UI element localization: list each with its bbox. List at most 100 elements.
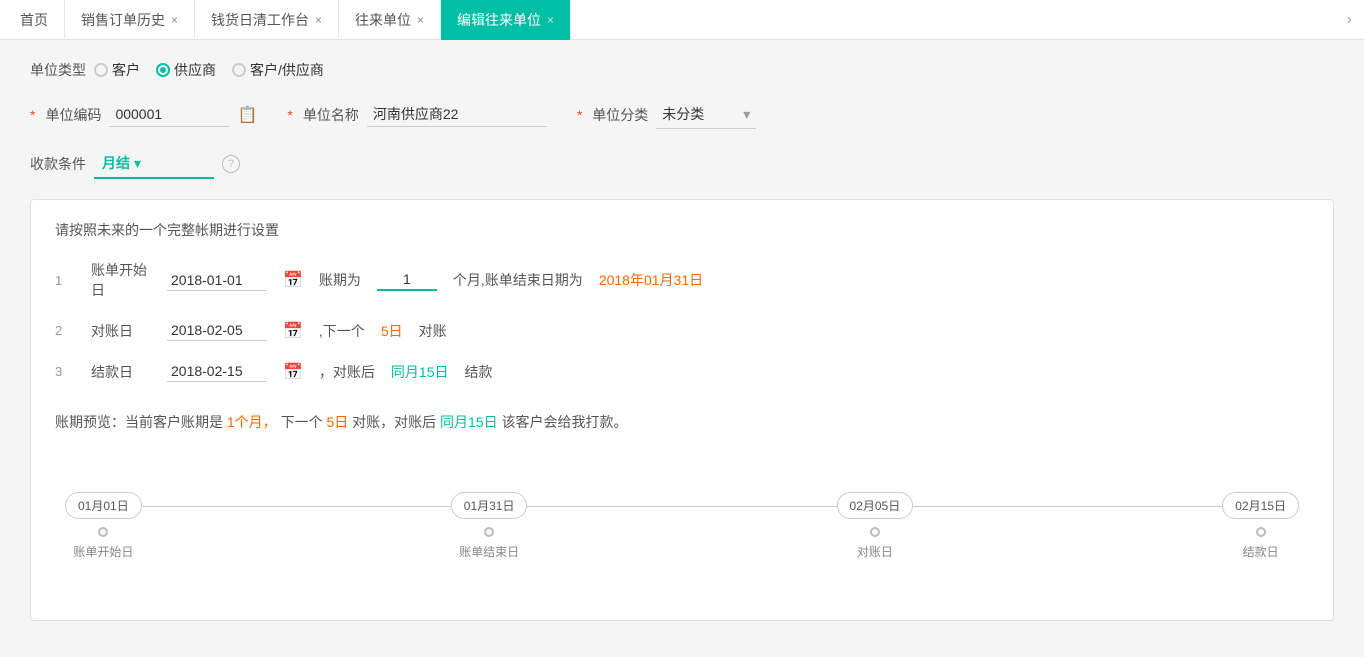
- tab-home[interactable]: 首页: [0, 0, 65, 40]
- timeline-nodes: 01月01日 账单开始日 01月31日 账单结束日 02月05日 对账日: [65, 492, 1299, 560]
- preview-pay-highlight: 同月15日: [440, 414, 498, 430]
- required-star-class: *: [577, 107, 582, 123]
- tl-pill-3: 02月15日: [1222, 492, 1299, 519]
- unit-code-picker-icon[interactable]: 📋: [237, 105, 257, 125]
- period-num-1: 1: [55, 273, 75, 288]
- tl-dot-1: [484, 527, 494, 537]
- period-row-2: 2 对账日 📅 ,下一个 5日 对账: [55, 320, 1309, 341]
- payment-terms-label: 收款条件: [30, 154, 86, 174]
- unit-type-label: 单位类型: [30, 60, 86, 80]
- radio-customer-label: 客户: [112, 60, 140, 80]
- tab-edit-partner[interactable]: 编辑往来单位 ×: [441, 0, 571, 40]
- tab-cash-close[interactable]: ×: [315, 13, 322, 27]
- unit-name-group: * 单位名称: [287, 102, 546, 127]
- payment-terms-select[interactable]: 月结 ▾: [94, 149, 214, 179]
- tab-edit-label: 编辑往来单位: [457, 10, 541, 30]
- period-num-3: 3: [55, 364, 75, 379]
- period-label-2: 对账日: [91, 321, 151, 341]
- main-content: 单位类型 客户 供应商 客户/供应商 * 单位编码: [0, 40, 1364, 657]
- radio-both[interactable]: 客户/供应商: [232, 60, 324, 80]
- required-star-name: *: [287, 107, 292, 123]
- tab-sales-history[interactable]: 销售订单历史 ×: [65, 0, 195, 40]
- radio-supplier-circle: [156, 63, 170, 77]
- period-settings-box: 请按照未来的一个完整帐期进行设置 1 账单开始日 📅 账期为 个月,账单结束日期…: [30, 199, 1334, 621]
- period-payment-date-input[interactable]: [167, 361, 267, 382]
- period-reconcile-prefix: ,下一个: [319, 321, 365, 341]
- tab-expand-button[interactable]: ›: [1335, 11, 1364, 29]
- unit-type-radios: 客户 供应商 客户/供应商: [94, 60, 324, 80]
- unit-type-group: 单位类型 客户 供应商 客户/供应商: [30, 60, 324, 80]
- tl-pill-1: 01月31日: [451, 492, 528, 519]
- period-reconcile-suffix: 对账: [419, 321, 447, 341]
- timeline-container: 01月01日 账单开始日 01月31日 账单结束日 02月05日 对账日: [55, 462, 1309, 600]
- payment-dropdown-icon: ▾: [134, 155, 141, 172]
- period-month-input[interactable]: [377, 269, 437, 291]
- radio-both-label: 客户/供应商: [250, 60, 324, 80]
- timeline-node-3: 02月15日 结款日: [1222, 492, 1299, 560]
- preview-prefix: 账期预览：当前客户账期是: [55, 414, 223, 430]
- period-row-3: 3 结款日 📅 ，对账后 同月15日 结款: [55, 361, 1309, 382]
- unit-name-input[interactable]: [367, 102, 547, 127]
- unit-info-row: * 单位编码 📋 * 单位名称 * 单位分类 未分类 ▾: [30, 100, 1334, 129]
- tab-bar: 首页 销售订单历史 × 钱货日清工作台 × 往来单位 × 编辑往来单位 × ›: [0, 0, 1364, 40]
- tl-label-2: 对账日: [857, 543, 893, 560]
- radio-both-circle: [232, 63, 246, 77]
- unit-type-row: 单位类型 客户 供应商 客户/供应商: [30, 60, 1334, 80]
- tl-dot-0: [98, 527, 108, 537]
- payment-terms-value: 月结: [102, 153, 130, 173]
- preview-reconcile-prefix: 下一个: [281, 414, 323, 430]
- preview-reconcile-suffix: 对账，对账后: [352, 414, 436, 430]
- payment-help-icon[interactable]: ?: [222, 155, 240, 173]
- tab-sales-label: 销售订单历史: [81, 10, 165, 30]
- tab-edit-close[interactable]: ×: [547, 13, 554, 27]
- radio-supplier[interactable]: 供应商: [156, 60, 216, 80]
- unit-class-value: 未分类: [662, 104, 739, 124]
- tl-label-1: 账单结束日: [459, 543, 519, 560]
- required-star-code: *: [30, 107, 35, 123]
- unit-class-dropdown-icon: ▾: [743, 106, 750, 123]
- tl-label-0: 账单开始日: [73, 543, 133, 560]
- tab-home-label: 首页: [20, 10, 48, 30]
- tab-cash-label: 钱货日清工作台: [211, 10, 309, 30]
- timeline-node-2: 02月05日 对账日: [837, 492, 914, 560]
- tab-partner[interactable]: 往来单位 ×: [339, 0, 441, 40]
- radio-customer-circle: [94, 63, 108, 77]
- radio-supplier-label: 供应商: [174, 60, 216, 80]
- tl-pill-0: 01月01日: [65, 492, 142, 519]
- unit-class-select[interactable]: 未分类 ▾: [656, 100, 756, 129]
- preview-suffix: 该客户会给我打款。: [502, 414, 628, 430]
- period-desc-suffix-1: 个月,账单结束日期为: [453, 270, 583, 290]
- period-payment-prefix: ，对账后: [319, 362, 375, 382]
- period-box-title: 请按照未来的一个完整帐期进行设置: [55, 220, 1309, 240]
- tab-partner-label: 往来单位: [355, 10, 411, 30]
- tab-partner-close[interactable]: ×: [417, 13, 424, 27]
- tl-dot-3: [1256, 527, 1266, 537]
- period-payment-calendar-icon[interactable]: 📅: [283, 362, 303, 382]
- period-reconcile-calendar-icon[interactable]: 📅: [283, 321, 303, 341]
- preview-reconcile-highlight: 5日: [326, 414, 348, 430]
- tab-cash-work[interactable]: 钱货日清工作台 ×: [195, 0, 339, 40]
- unit-code-label: 单位编码: [45, 105, 101, 125]
- timeline-node-0: 01月01日 账单开始日: [65, 492, 142, 560]
- radio-customer[interactable]: 客户: [94, 60, 140, 80]
- tl-pill-2: 02月05日: [837, 492, 914, 519]
- period-payment-day-highlight: 同月15日: [391, 362, 449, 382]
- timeline-node-1: 01月31日 账单结束日: [451, 492, 528, 560]
- period-row-1: 1 账单开始日 📅 账期为 个月,账单结束日期为 2018年01月31日: [55, 260, 1309, 300]
- unit-name-label: 单位名称: [303, 105, 359, 125]
- unit-code-input[interactable]: [109, 102, 229, 127]
- period-reconcile-day-highlight: 5日: [381, 321, 403, 341]
- period-preview-text: 账期预览：当前客户账期是 1个月， 下一个 5日 对账，对账后 同月15日 该客…: [55, 402, 1309, 442]
- tl-dot-2: [870, 527, 880, 537]
- tl-label-3: 结款日: [1243, 543, 1279, 560]
- payment-terms-row: 收款条件 月结 ▾ ?: [30, 149, 1334, 179]
- payment-terms-group: 收款条件 月结 ▾ ?: [30, 149, 240, 179]
- tab-sales-close[interactable]: ×: [171, 13, 178, 27]
- period-reconcile-date-input[interactable]: [167, 320, 267, 341]
- unit-code-group: * 单位编码 📋: [30, 102, 257, 127]
- period-num-2: 2: [55, 323, 75, 338]
- period-start-date-input[interactable]: [167, 270, 267, 291]
- unit-class-group: * 单位分类 未分类 ▾: [577, 100, 756, 129]
- period-start-calendar-icon[interactable]: 📅: [283, 270, 303, 290]
- period-end-date-highlight: 2018年01月31日: [599, 270, 703, 290]
